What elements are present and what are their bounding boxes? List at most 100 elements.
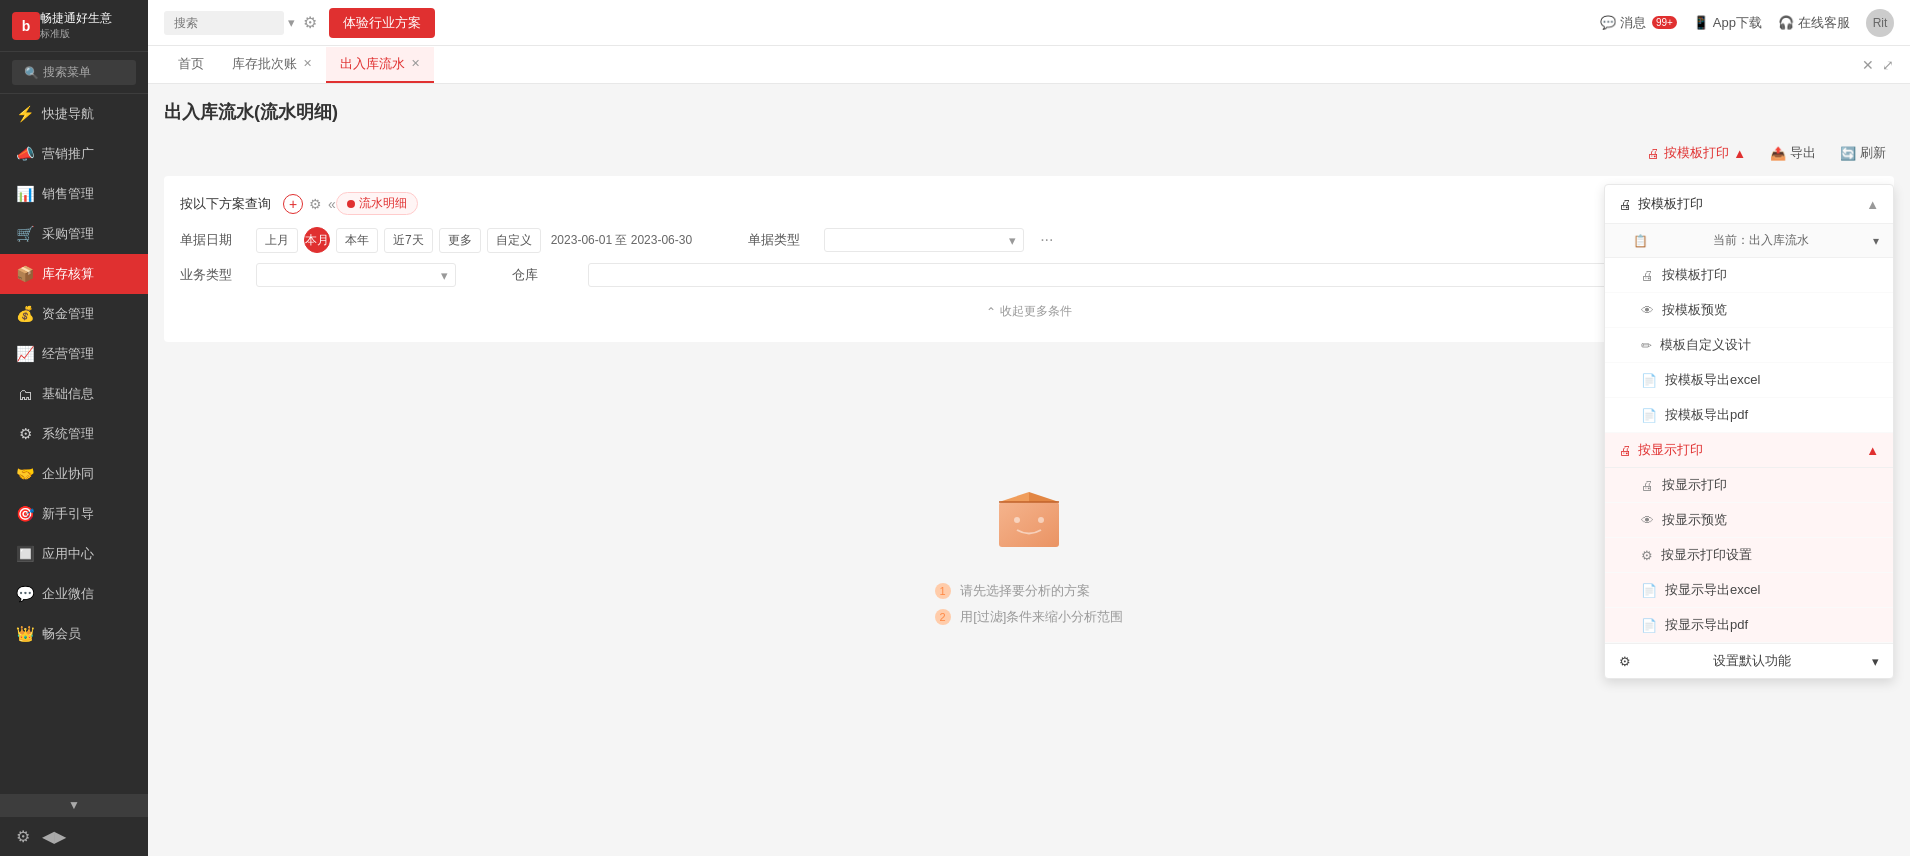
- empty-illustration: [979, 462, 1079, 562]
- tab-close-inventory-batch[interactable]: ✕: [303, 57, 312, 70]
- display-print-section: 🖨 按显示打印 ▲ 🖨 按显示打印 👁 按显示预览 ⚙ 按显示打印设置: [1605, 433, 1893, 643]
- sidebar-item-inventory[interactable]: 📦 库存核算: [0, 254, 148, 294]
- business-type-label: 业务类型: [180, 266, 240, 284]
- filter-add-btn[interactable]: +: [283, 194, 303, 214]
- global-search-input[interactable]: [164, 11, 284, 35]
- set-default-footer[interactable]: ⚙ 设置默认功能 ▾: [1605, 643, 1893, 678]
- date-btn-this-year[interactable]: 本年: [336, 228, 378, 253]
- empty-tips: 1 请先选择要分析的方案 2 用[过滤]条件来缩小分析范围: [935, 578, 1124, 630]
- type-more-btn[interactable]: ···: [1040, 231, 1053, 249]
- display-settings-icon: ⚙: [1641, 548, 1653, 563]
- search-menu-item[interactable]: 🔍 搜索菜单: [12, 60, 136, 85]
- sidebar-item-purchase[interactable]: 🛒 采购管理: [0, 214, 148, 254]
- member-icon: 👑: [16, 625, 34, 643]
- user-avatar-area[interactable]: Rit: [1866, 9, 1894, 37]
- type-select[interactable]: [824, 228, 1024, 252]
- display-excel-icon: 📄: [1641, 583, 1657, 598]
- page-content: 出入库流水(流水明细) 🖨 按模板打印 ▲ 📤 导出 🔄 刷新 按以下方案查询 …: [148, 84, 1910, 856]
- sidebar-item-marketing[interactable]: 📣 营销推广: [0, 134, 148, 174]
- template-preview-icon: 👁: [1641, 303, 1654, 318]
- print-template-btn[interactable]: 🖨 按模板打印 ▲: [1639, 140, 1754, 166]
- collapse-up-icon: ⌃: [986, 305, 996, 319]
- maximize-tab-btn[interactable]: ⤢: [1882, 57, 1894, 73]
- date-btn-this-month[interactable]: 本月: [304, 227, 330, 253]
- sidebar-bottom: ⚙ ◀▶: [0, 816, 148, 856]
- filter-settings-icon[interactable]: ⚙: [309, 196, 322, 212]
- display-pdf-icon: 📄: [1641, 618, 1657, 633]
- display-print-item[interactable]: 🖨 按显示打印: [1605, 468, 1893, 503]
- topbar-gear-icon[interactable]: ⚙: [303, 13, 317, 32]
- template-export-pdf-item[interactable]: 📄 按模板导出pdf: [1605, 398, 1893, 433]
- logo-icon: b: [12, 12, 40, 40]
- refresh-btn[interactable]: 🔄 刷新: [1832, 140, 1894, 166]
- template-arrow: ▾: [1873, 234, 1879, 248]
- close-tab-btn[interactable]: ✕: [1862, 57, 1874, 73]
- collapse-sidebar-icon[interactable]: ◀▶: [42, 827, 66, 846]
- settings-gear-icon[interactable]: ⚙: [16, 827, 30, 846]
- business-type-select[interactable]: [256, 263, 456, 287]
- sidebar-nav: ⚡ 快捷导航 📣 营销推广 📊 销售管理 🛒 采购管理 📦 库存核算 💰 资金管…: [0, 94, 148, 794]
- sidebar-item-apps[interactable]: 🔲 应用中心: [0, 534, 148, 574]
- filter-dot: [347, 200, 355, 208]
- app-download-btn[interactable]: 📱 App下载: [1693, 14, 1762, 32]
- tab-home[interactable]: 首页: [164, 47, 218, 83]
- display-section-arrow-up: ▲: [1866, 443, 1879, 458]
- tabs-actions: ✕ ⤢: [1862, 57, 1894, 73]
- display-print-header[interactable]: 🖨 按显示打印 ▲: [1605, 433, 1893, 468]
- date-btn-last-month[interactable]: 上月: [256, 228, 298, 253]
- print-current-template[interactable]: 📋 当前：出入库流水 ▾: [1605, 224, 1893, 258]
- sidebar-item-operations[interactable]: 📈 经营管理: [0, 334, 148, 374]
- search-dropdown-icon[interactable]: ▾: [288, 15, 295, 30]
- date-btn-7days[interactable]: 近7天: [384, 228, 433, 253]
- display-print-header-icon: 🖨: [1619, 443, 1632, 458]
- sidebar-item-wechat[interactable]: 💬 企业微信: [0, 574, 148, 614]
- guide-icon: 🎯: [16, 505, 34, 523]
- display-export-pdf-item[interactable]: 📄 按显示导出pdf: [1605, 608, 1893, 643]
- footer-arrow: ▾: [1872, 654, 1879, 669]
- sidebar-search-area[interactable]: 🔍 搜索菜单: [0, 52, 148, 94]
- tab-warehouse-flow[interactable]: 出入库流水 ✕: [326, 47, 434, 83]
- filter-tag-flow[interactable]: 流水明细: [336, 192, 418, 215]
- sidebar-item-member[interactable]: 👑 畅会员: [0, 614, 148, 654]
- date-filter-buttons: 上月 本月 本年 近7天 更多 自定义 2023-06-01 至 2023-06…: [256, 227, 692, 253]
- template-preview-item[interactable]: 👁 按模板预览: [1605, 293, 1893, 328]
- sidebar-item-system[interactable]: ⚙ 系统管理: [0, 414, 148, 454]
- wechat-icon: 💬: [16, 585, 34, 603]
- filter-collapse-icon[interactable]: «: [328, 196, 336, 212]
- export-btn[interactable]: 📤 导出: [1762, 140, 1824, 166]
- display-print-settings-item[interactable]: ⚙ 按显示打印设置: [1605, 538, 1893, 573]
- sidebar-item-sales[interactable]: 📊 销售管理: [0, 174, 148, 214]
- display-preview-item[interactable]: 👁 按显示预览: [1605, 503, 1893, 538]
- page-title: 出入库流水(流水明细): [164, 100, 1894, 124]
- sidebar-item-basic[interactable]: 🗂 基础信息: [0, 374, 148, 414]
- svg-rect-0: [999, 502, 1059, 547]
- print-icon: 🖨: [1647, 146, 1660, 161]
- tab-close-warehouse-flow[interactable]: ✕: [411, 57, 420, 70]
- print-header-icon: 🖨: [1619, 197, 1632, 212]
- date-field-label: 单据日期: [180, 231, 240, 249]
- sidebar-item-enterprise[interactable]: 🤝 企业协同: [0, 454, 148, 494]
- filter-label: 按以下方案查询: [180, 195, 271, 213]
- purchase-icon: 🛒: [16, 225, 34, 243]
- tab-inventory-batch[interactable]: 库存批次账 ✕: [218, 47, 326, 83]
- message-btn[interactable]: 💬 消息 99+: [1600, 14, 1677, 32]
- sidebar-item-finance[interactable]: 💰 资金管理: [0, 294, 148, 334]
- sidebar-scroll-down[interactable]: ▼: [0, 794, 148, 816]
- template-print-item[interactable]: 🖨 按模板打印: [1605, 258, 1893, 293]
- template-export-excel-item[interactable]: 📄 按模板导出excel: [1605, 363, 1893, 398]
- date-btn-custom[interactable]: 自定义: [487, 228, 541, 253]
- template-custom-item[interactable]: ✏ 模板自定义设计: [1605, 328, 1893, 363]
- date-btn-more[interactable]: 更多: [439, 228, 481, 253]
- sidebar-item-quick-nav[interactable]: ⚡ 快捷导航: [0, 94, 148, 134]
- template-excel-icon: 📄: [1641, 373, 1657, 388]
- template-icon: 📋: [1633, 234, 1648, 248]
- system-icon: ⚙: [16, 425, 34, 443]
- solution-btn[interactable]: 体验行业方案: [329, 8, 435, 38]
- print-dropdown-header[interactable]: 🖨 按模板打印 ▲: [1605, 185, 1893, 224]
- print-header-left: 🖨 按模板打印: [1619, 195, 1703, 213]
- display-export-excel-item[interactable]: 📄 按显示导出excel: [1605, 573, 1893, 608]
- online-service-btn[interactable]: 🎧 在线客服: [1778, 14, 1850, 32]
- print-dropdown-panel: 🖨 按模板打印 ▲ 📋 当前：出入库流水 ▾ 🖨 按模板打印 👁 按: [1604, 184, 1894, 679]
- settings-default-icon: ⚙: [1619, 654, 1631, 669]
- sidebar-item-guide[interactable]: 🎯 新手引导: [0, 494, 148, 534]
